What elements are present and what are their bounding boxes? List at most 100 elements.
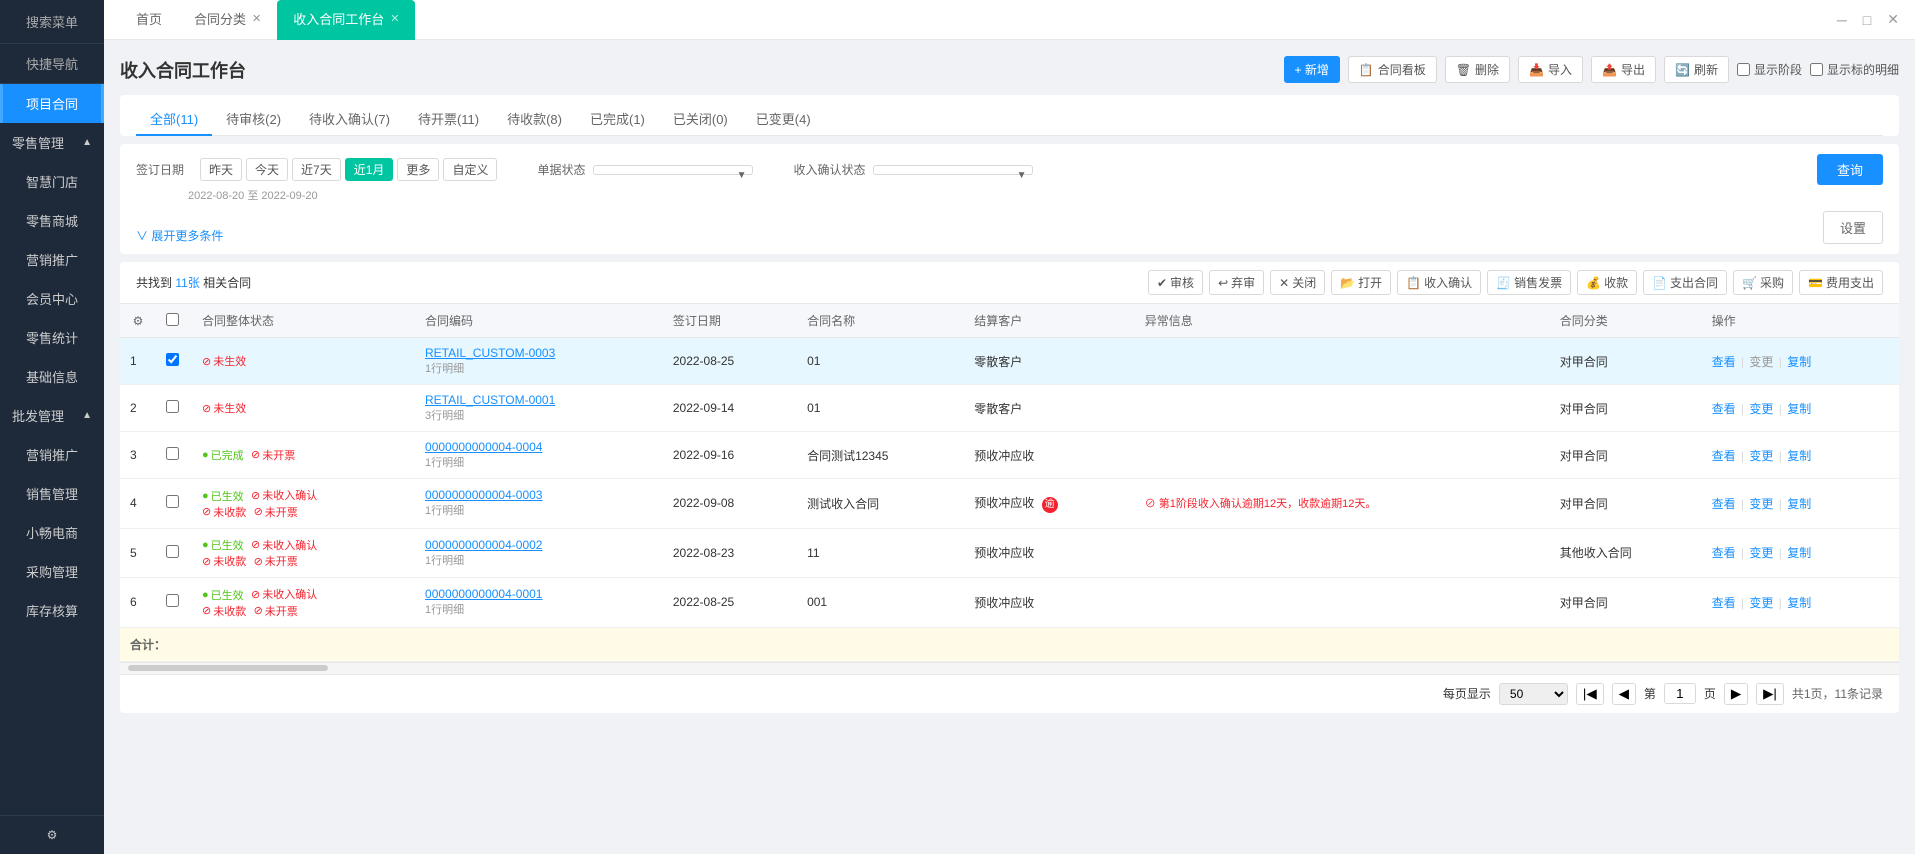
sidebar-item-smart-store[interactable]: 智慧门店 — [0, 162, 104, 201]
receipt-btn[interactable]: 💰 收款 — [1577, 270, 1637, 295]
date-custom[interactable]: 自定义 — [443, 158, 497, 181]
new-button[interactable]: + 新增 — [1284, 56, 1340, 83]
maximize-btn[interactable]: □ — [1863, 12, 1871, 28]
tab-home[interactable]: 首页 — [120, 0, 178, 40]
first-page-btn[interactable]: |◀ — [1576, 683, 1604, 705]
tab-close-active-icon[interactable]: ✕ — [390, 12, 399, 25]
select-all-checkbox[interactable] — [166, 313, 179, 326]
sidebar-item-marketing[interactable]: 营销推广 — [0, 240, 104, 279]
filter-tab-changed[interactable]: 已变更(4) — [742, 103, 825, 136]
delete-button[interactable]: 🗑 删除 — [1445, 56, 1510, 83]
sidebar-search[interactable]: 搜索菜单 — [0, 0, 104, 44]
show-marks-checkbox[interactable]: 显示标的明细 — [1810, 61, 1899, 78]
change-btn[interactable]: 变更 — [1749, 497, 1773, 511]
view-btn[interactable]: 查看 — [1712, 497, 1736, 511]
date-month1[interactable]: 近1月 — [345, 158, 394, 181]
export-button[interactable]: 📤 导出 — [1591, 56, 1656, 83]
prev-page-btn[interactable]: ◀ — [1612, 683, 1636, 705]
query-button[interactable]: 查询 — [1817, 154, 1883, 185]
show-fields-checkbox[interactable]: 显示阶段 — [1737, 61, 1802, 78]
last-page-btn[interactable]: ▶| — [1756, 683, 1784, 705]
contract-code-link[interactable]: RETAIL_CUSTOM-0001 — [425, 393, 555, 407]
copy-btn[interactable]: 复制 — [1787, 546, 1811, 560]
purchase-btn[interactable]: 🛒 采购 — [1733, 270, 1793, 295]
scrollbar-thumb[interactable] — [128, 665, 328, 671]
contract-code-link[interactable]: 0000000000004-0001 — [425, 587, 542, 601]
income-status-select[interactable]: ▼ — [873, 165, 1033, 175]
sidebar-item-sales-marketing[interactable]: 营销推广 — [0, 435, 104, 474]
filter-tab-completed[interactable]: 已完成(1) — [576, 103, 659, 136]
review-action-btn[interactable]: ✔ 审核 — [1148, 270, 1203, 295]
tab-contract-category[interactable]: 合同分类 ✕ — [178, 0, 277, 40]
import-button[interactable]: 📥 导入 — [1518, 56, 1583, 83]
doc-status-select[interactable]: ▼ — [593, 165, 753, 175]
setting-button[interactable]: 设置 — [1823, 211, 1883, 244]
sales-invoice-btn[interactable]: 🧾 销售发票 — [1487, 270, 1571, 295]
horizontal-scrollbar[interactable] — [120, 662, 1899, 674]
income-confirm-btn[interactable]: 📋 收入确认 — [1397, 270, 1481, 295]
open-action-btn[interactable]: 📂 打开 — [1331, 270, 1391, 295]
tab-close-icon[interactable]: ✕ — [252, 12, 261, 25]
view-btn[interactable]: 查看 — [1712, 355, 1736, 369]
filter-tab-pending-receipt[interactable]: 待收款(8) — [493, 103, 576, 136]
contract-code-link[interactable]: 0000000000004-0002 — [425, 538, 542, 552]
next-page-btn[interactable]: ▶ — [1724, 683, 1748, 705]
page-number-input[interactable] — [1664, 683, 1696, 704]
sidebar-nav[interactable]: 快捷导航 — [0, 44, 104, 84]
sidebar-item-wholesale-mgmt[interactable]: 批发管理 ▲ — [0, 396, 104, 435]
expense-btn[interactable]: 💳 费用支出 — [1799, 270, 1883, 295]
filter-tab-pending-income[interactable]: 待收入确认(7) — [295, 103, 404, 136]
row-checkbox[interactable] — [156, 528, 192, 578]
contract-code-link[interactable]: 0000000000004-0004 — [425, 440, 542, 454]
copy-btn[interactable]: 复制 — [1787, 449, 1811, 463]
copy-btn[interactable]: 复制 — [1787, 497, 1811, 511]
refresh-button[interactable]: 🔄 刷新 — [1664, 56, 1729, 83]
change-btn[interactable]: 变更 — [1749, 546, 1773, 560]
row-checkbox[interactable] — [156, 479, 192, 529]
col-settings[interactable]: ⚙ — [120, 304, 156, 338]
view-btn[interactable]: 查看 — [1712, 402, 1736, 416]
copy-btn[interactable]: 复制 — [1787, 596, 1811, 610]
change-btn[interactable]: 变更 — [1749, 596, 1773, 610]
expand-conditions-btn[interactable]: ∨ 展开更多条件 — [136, 227, 223, 244]
change-btn[interactable]: 变更 — [1749, 402, 1773, 416]
row-checkbox[interactable] — [156, 338, 192, 385]
view-btn[interactable]: 查看 — [1712, 596, 1736, 610]
sidebar-item-xiaochang[interactable]: 小畅电商 — [0, 513, 104, 552]
sidebar-item-retail-stats[interactable]: 零售统计 — [0, 318, 104, 357]
sidebar-item-basic-info[interactable]: 基础信息 — [0, 357, 104, 396]
tab-income-workbench[interactable]: 收入合同工作台 ✕ — [277, 0, 415, 40]
contract-code-link[interactable]: RETAIL_CUSTOM-0003 — [425, 346, 555, 360]
copy-btn[interactable]: 复制 — [1787, 402, 1811, 416]
row-checkbox[interactable] — [156, 432, 192, 479]
view-btn[interactable]: 查看 — [1712, 546, 1736, 560]
sidebar-item-purchase[interactable]: 采购管理 — [0, 552, 104, 591]
abandon-action-btn[interactable]: ↩ 弃审 — [1209, 270, 1264, 295]
sidebar-item-project[interactable]: 项目合同 — [0, 84, 104, 123]
sidebar-item-member[interactable]: 会员中心 — [0, 279, 104, 318]
copy-btn[interactable]: 复制 — [1787, 355, 1811, 369]
sidebar-item-inventory[interactable]: 库存核算 — [0, 591, 104, 630]
sidebar-item-retail-mall[interactable]: 零售商城 — [0, 201, 104, 240]
filter-tab-pending-invoice[interactable]: 待开票(11) — [404, 103, 493, 136]
filter-tab-pending-review[interactable]: 待审核(2) — [212, 103, 295, 136]
row-checkbox[interactable] — [156, 385, 192, 432]
close-btn[interactable]: ✕ — [1887, 11, 1899, 28]
close-action-btn[interactable]: ✕ 关闭 — [1270, 270, 1325, 295]
date-yesterday[interactable]: 昨天 — [200, 158, 242, 181]
kanban-button[interactable]: 📋 合同看板 — [1348, 56, 1437, 83]
date-more[interactable]: 更多 — [397, 158, 439, 181]
output-contract-btn[interactable]: 📄 支出合同 — [1643, 270, 1727, 295]
contract-code-link[interactable]: 0000000000004-0003 — [425, 488, 542, 502]
date-today[interactable]: 今天 — [246, 158, 288, 181]
sidebar-item-retail-mgmt[interactable]: 零售管理 ▲ — [0, 123, 104, 162]
filter-tab-all[interactable]: 全部(11) — [136, 103, 212, 136]
minimize-btn[interactable]: ─ — [1837, 12, 1847, 28]
per-page-select[interactable]: 50 100 200 — [1499, 683, 1568, 705]
filter-tab-closed[interactable]: 已关闭(0) — [659, 103, 742, 136]
sidebar-item-sales-mgmt[interactable]: 销售管理 — [0, 474, 104, 513]
view-btn[interactable]: 查看 — [1712, 449, 1736, 463]
row-checkbox[interactable] — [156, 578, 192, 628]
sidebar-settings[interactable]: ⚙ — [0, 815, 104, 854]
date-week7[interactable]: 近7天 — [292, 158, 341, 181]
